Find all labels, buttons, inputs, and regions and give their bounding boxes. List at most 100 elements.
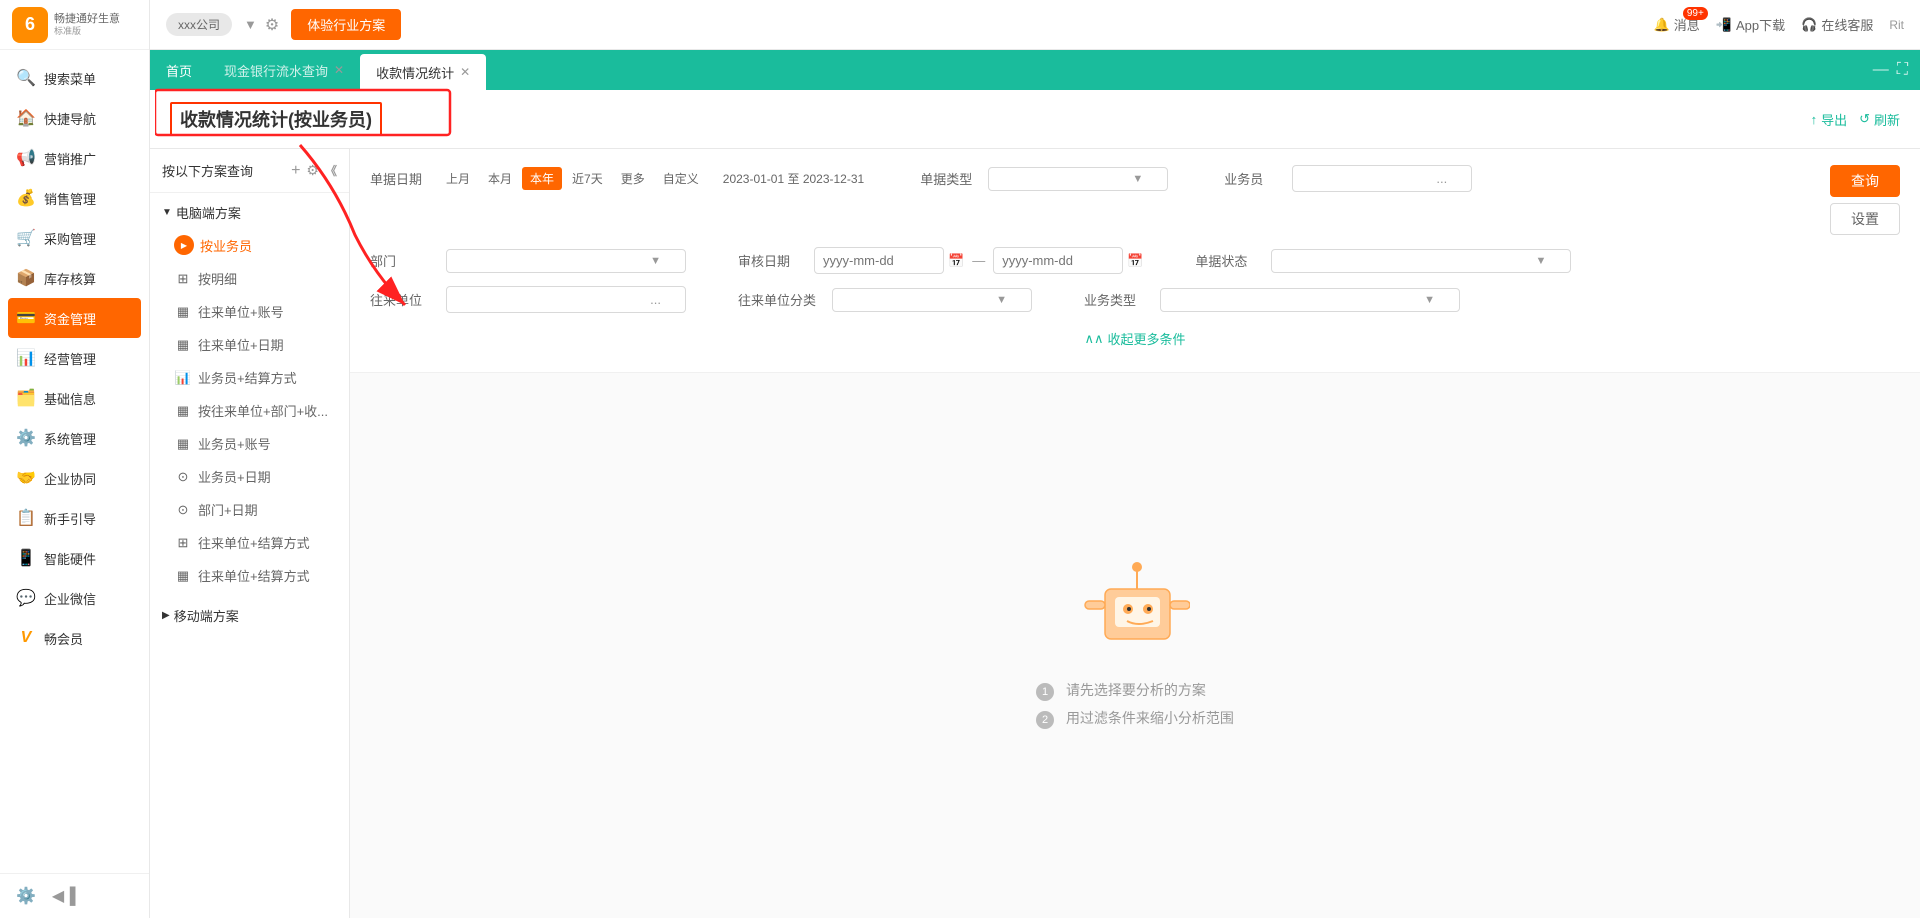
tab-bank[interactable]: 现金银行流水查询 ✕ (208, 50, 360, 90)
sidebar-item-label: 经营管理 (44, 349, 96, 368)
search-icon: 🔍 (16, 68, 36, 88)
collapse-more-conditions[interactable]: ∧∧ 收起更多条件 (370, 321, 1900, 356)
settings-bottom-icon[interactable]: ⚙️ (16, 886, 36, 906)
scheme-group-header-mobile[interactable]: ▶ 移动端方案 (150, 600, 349, 631)
salesperson-dots-icon[interactable]: ... (1436, 171, 1447, 186)
collapse-scheme-icon[interactable]: 《 (325, 162, 337, 179)
scheme-item-label: 往来单位+结算方式 (198, 533, 310, 552)
scheme-item-label: 按明细 (198, 269, 237, 288)
scheme-item-partner-account[interactable]: ▦ 往来单位+账号 (150, 295, 349, 328)
calendar-start-icon[interactable]: 📅 (948, 253, 964, 269)
tab-receipt-close-icon[interactable]: ✕ (460, 65, 470, 79)
app-download-button[interactable]: 📲 App下载 (1716, 15, 1785, 34)
sidebar-item-search[interactable]: 🔍 搜索菜单 (0, 58, 149, 98)
collapse-sidebar-icon[interactable]: ◀▐ (52, 886, 76, 906)
scheme-item-salesperson-settlement[interactable]: 📊 业务员+结算方式 (150, 361, 349, 394)
chevron-up-icon: ∧∧ (1084, 331, 1103, 347)
tab-home[interactable]: 首页 (150, 50, 208, 90)
scheme-item-partner-dept-recv[interactable]: ▦ 按往来单位+部门+收... (150, 394, 349, 427)
scheme-item-label: 往来单位+账号 (198, 302, 284, 321)
sidebar-item-label: 采购管理 (44, 229, 96, 248)
export-button[interactable]: ↑ 导出 (1811, 110, 1848, 129)
scheme-item-partner-settlement1[interactable]: ⊞ 往来单位+结算方式 (150, 526, 349, 559)
scheme-item-partner-settlement2[interactable]: ▦ 往来单位+结算方式 (150, 559, 349, 592)
tab-bank-close-icon[interactable]: ✕ (334, 63, 344, 77)
scheme-item-by-detail[interactable]: ⊞ 按明细 (150, 262, 349, 295)
scheme-item-label: 按业务员 (200, 236, 252, 255)
group-arrow-icon: ▼ (162, 207, 172, 218)
maximize-icon[interactable]: ⛶ (1897, 61, 1908, 79)
date-tab-last-7-days[interactable]: 近7天 (564, 167, 611, 190)
date-tab-this-month[interactable]: 本月 (480, 167, 520, 190)
sidebar-item-basic[interactable]: 🗂️ 基础信息 (0, 378, 149, 418)
audit-date-start[interactable] (814, 247, 944, 274)
refresh-button[interactable]: ↺ 刷新 (1859, 110, 1900, 129)
partner-select[interactable]: ... (446, 286, 686, 313)
sidebar-item-label: 销售管理 (44, 189, 96, 208)
sidebar-item-marketing[interactable]: 📢 营销推广 (0, 138, 149, 178)
topbar: xxx公司 ▼ ⚙ 体验行业方案 🔔 消息 99+ 📲 App下载 🎧 在线客服… (150, 0, 1920, 50)
scheme-item-dept-date[interactable]: ⊙ 部门+日期 (150, 493, 349, 526)
sidebar-item-label: 库存核算 (44, 269, 96, 288)
chevron-down-icon[interactable]: ▼ (244, 17, 257, 32)
grid-icon: ⊞ (174, 534, 192, 552)
scheme-item-label: 往来单位+日期 (198, 335, 284, 354)
query-button[interactable]: 查询 (1830, 165, 1900, 197)
sidebar-item-hardware[interactable]: 📱 智能硬件 (0, 538, 149, 578)
scheme-settings-icon[interactable]: ⚙ (306, 162, 319, 179)
date-tab-more[interactable]: 更多 (613, 167, 653, 190)
sidebar-item-system[interactable]: ⚙️ 系统管理 (0, 418, 149, 458)
scheme-item-by-salesperson[interactable]: ▶ 按业务员 (150, 228, 349, 262)
sidebar-item-quick-nav[interactable]: 🏠 快捷导航 (0, 98, 149, 138)
page-actions: ↑ 导出 ↺ 刷新 (1811, 110, 1900, 129)
step2-num: 2 (1036, 711, 1054, 729)
sidebar-item-purchase[interactable]: 🛒 采购管理 (0, 218, 149, 258)
sidebar-item-label: 搜索菜单 (44, 69, 96, 88)
tab-receipt[interactable]: 收款情况统计 ✕ (360, 54, 486, 90)
scheme-group-header-desktop[interactable]: ▼ 电脑端方案 (150, 197, 349, 228)
sidebar-item-wechat[interactable]: 💬 企业微信 (0, 578, 149, 618)
dept-select[interactable]: ▼ (446, 249, 686, 273)
tabbar-actions: — ⛶ (1873, 61, 1920, 79)
scheme-item-salesperson-account[interactable]: ▦ 业务员+账号 (150, 427, 349, 460)
doc-status-select[interactable]: ▼ (1271, 249, 1571, 273)
scheme-item-label: 部门+日期 (198, 500, 258, 519)
refresh-icon: ↺ (1859, 111, 1870, 127)
sidebar-item-label: 营销推广 (44, 149, 96, 168)
sidebar-item-sales[interactable]: 💰 销售管理 (0, 178, 149, 218)
add-scheme-icon[interactable]: + (291, 162, 300, 180)
scheme-item-salesperson-date[interactable]: ⊙ 业务员+日期 (150, 460, 349, 493)
settings-button[interactable]: 设置 (1830, 203, 1900, 235)
sidebar-item-company[interactable]: 🤝 企业协同 (0, 458, 149, 498)
biz-type-select[interactable]: ▼ (1160, 288, 1460, 312)
empty-illustration (1080, 559, 1190, 649)
biz-type-chevron-icon: ▼ (1424, 294, 1435, 306)
sidebar-logo: 6 畅捷通好生意 标准版 (0, 0, 149, 50)
sidebar-item-guide[interactable]: 📋 新手引导 (0, 498, 149, 538)
doc-status-label: 单据状态 (1195, 251, 1255, 270)
sidebar-item-vip[interactable]: V 畅会员 (0, 618, 149, 658)
sidebar-item-operation[interactable]: 📊 经营管理 (0, 338, 149, 378)
messages-button[interactable]: 🔔 消息 99+ (1654, 15, 1700, 34)
scheme-item-partner-date[interactable]: ▦ 往来单位+日期 (150, 328, 349, 361)
table-icon: ▦ (174, 303, 192, 321)
salesperson-select[interactable]: ... (1292, 165, 1472, 192)
online-service-button[interactable]: 🎧 在线客服 (1801, 15, 1873, 34)
date-tab-custom[interactable]: 自定义 (655, 167, 707, 190)
online-service-label: 在线客服 (1821, 15, 1873, 34)
partner-dots-icon[interactable]: ... (650, 292, 661, 307)
sidebar-item-fund[interactable]: 💳 资金管理 (8, 298, 141, 338)
date-tab-this-year[interactable]: 本年 (522, 167, 562, 190)
guide-icon: 📋 (16, 508, 36, 528)
user-name[interactable]: Rit (1889, 18, 1904, 32)
partner-category-select[interactable]: ▼ (832, 288, 1032, 312)
date-tab-last-month[interactable]: 上月 (438, 167, 478, 190)
sidebar-item-label: 企业微信 (44, 589, 96, 608)
solution-button[interactable]: 体验行业方案 (291, 9, 401, 40)
calendar-end-icon[interactable]: 📅 (1127, 253, 1143, 269)
audit-date-end[interactable] (993, 247, 1123, 274)
sidebar-item-inventory[interactable]: 📦 库存核算 (0, 258, 149, 298)
doc-type-select[interactable]: ▼ (988, 167, 1168, 191)
minimize-icon[interactable]: — (1873, 61, 1889, 79)
topbar-gear-icon[interactable]: ⚙ (265, 15, 279, 35)
